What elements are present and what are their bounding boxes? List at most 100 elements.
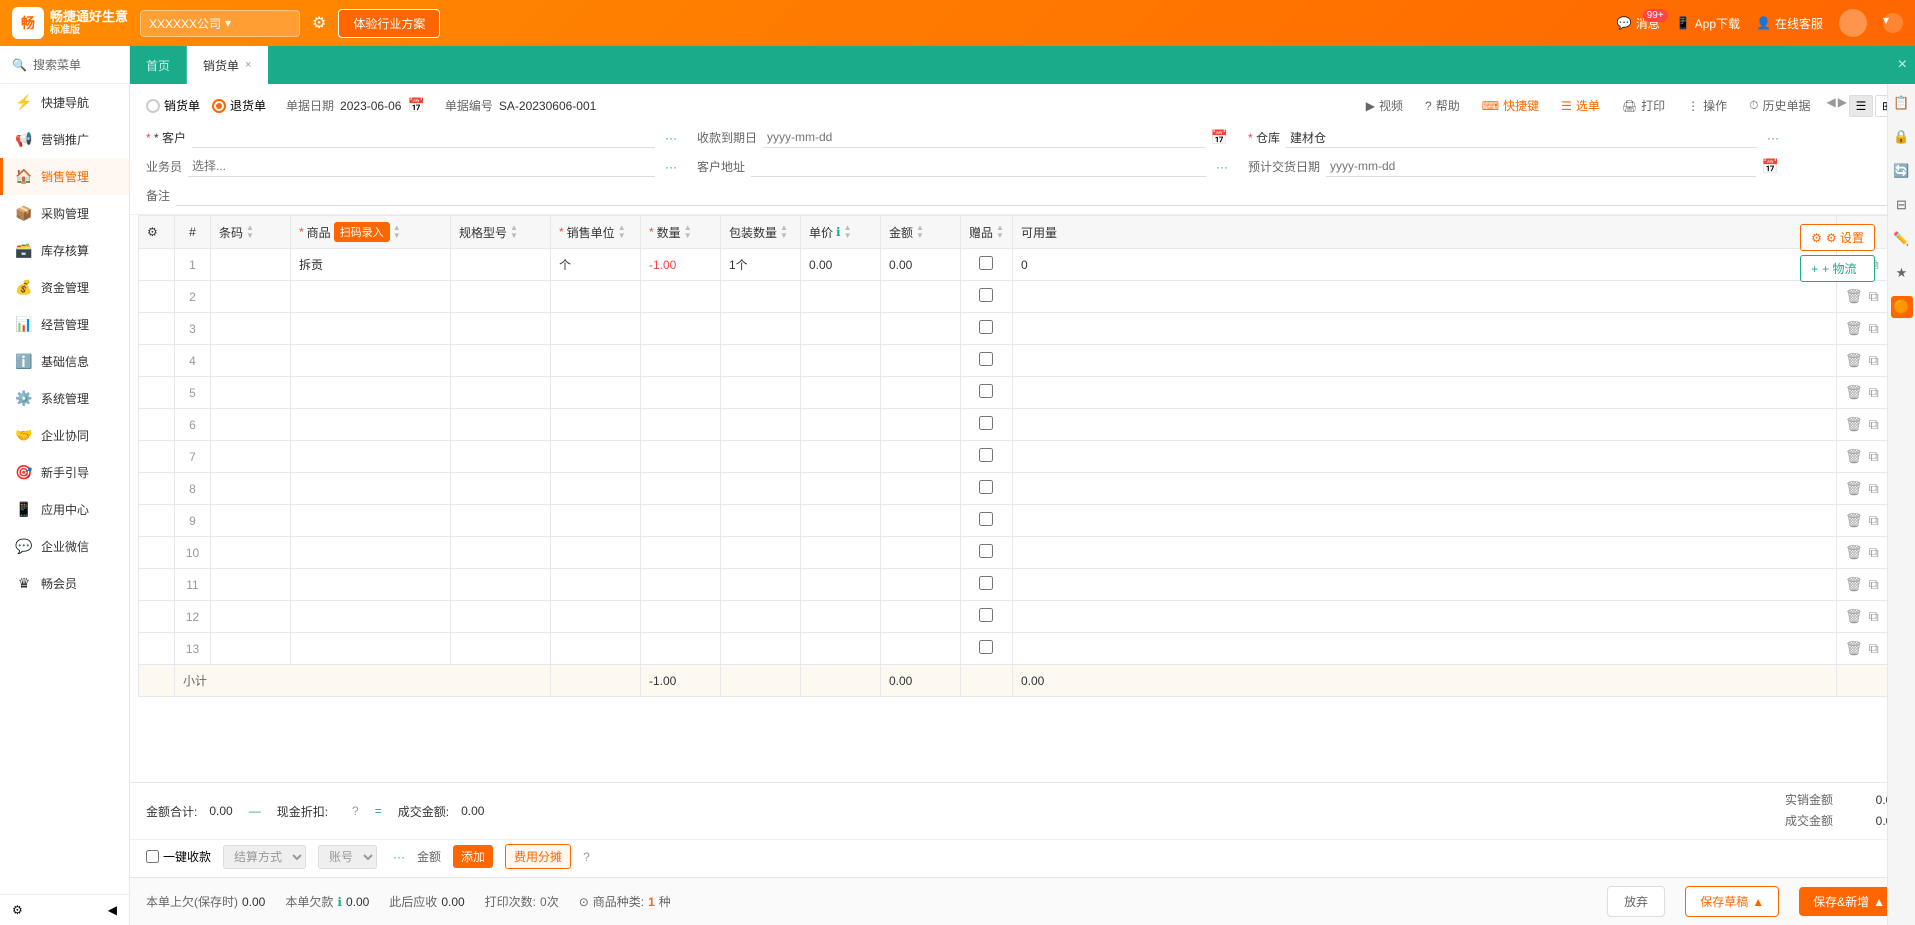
delete-icon-11[interactable]: 🗑	[1845, 608, 1863, 625]
sidebar-item-basic[interactable]: ℹ️ 基础信息	[0, 343, 129, 380]
delete-icon-3[interactable]: 🗑	[1845, 352, 1863, 369]
salesperson-input[interactable]	[188, 156, 655, 177]
salesperson-dots-icon[interactable]: ···	[665, 160, 677, 174]
payment-due-input[interactable]	[763, 127, 1205, 148]
barcode-input-0[interactable]	[219, 258, 282, 272]
warehouse-input[interactable]	[1286, 127, 1757, 148]
delete-icon-5[interactable]: 🗑	[1845, 416, 1863, 433]
sidebar-item-system[interactable]: ⚙️ 系统管理	[0, 380, 129, 417]
gift-checkbox-3[interactable]	[979, 352, 993, 366]
sidebar-item-business[interactable]: 📊 经营管理	[0, 306, 129, 343]
copy-icon-5[interactable]: ⧉	[1869, 416, 1879, 433]
row-amount-0[interactable]: 0.00	[881, 249, 961, 281]
row-gift-9[interactable]	[961, 537, 1013, 569]
expense-help-icon[interactable]: ?	[583, 850, 590, 864]
account-dots-icon[interactable]: ···	[393, 850, 405, 864]
trial-button[interactable]: 体验行业方案	[338, 9, 440, 38]
logistics-btn[interactable]: + + 物流	[1800, 255, 1875, 282]
company-selector[interactable]: XXXXXX公司 ▾	[140, 10, 300, 37]
save-draft-btn[interactable]: 保存草稿 ▲	[1685, 886, 1779, 917]
row-qty-0[interactable]: -1.00	[641, 249, 721, 281]
row-gift-11[interactable]	[961, 601, 1013, 633]
addr-dots-icon[interactable]: ···	[1216, 160, 1228, 174]
row-gift-6[interactable]	[961, 441, 1013, 473]
delete-icon-8[interactable]: 🗑	[1845, 512, 1863, 529]
product-input-2[interactable]	[299, 322, 442, 336]
panel-icon-4[interactable]: ⊟	[1891, 194, 1913, 216]
copy-icon-2[interactable]: ⧉	[1869, 320, 1879, 337]
row-gift-12[interactable]	[961, 633, 1013, 665]
gift-checkbox-6[interactable]	[979, 448, 993, 462]
save-new-btn[interactable]: 保存&新增 ▲	[1799, 887, 1899, 916]
sidebar-settings-icon[interactable]: ⚙	[12, 903, 23, 917]
expense-split-btn[interactable]: 费用分摊	[505, 844, 571, 869]
product-input-1[interactable]	[299, 290, 442, 304]
settings-btn[interactable]: ⚙ ⚙ 设置	[1800, 224, 1875, 251]
chevron-left-icon[interactable]: ◀	[1827, 95, 1836, 117]
row-gift-10[interactable]	[961, 569, 1013, 601]
sidebar-item-sales[interactable]: 🏠 销售管理	[0, 158, 129, 195]
discard-btn[interactable]: 放弃	[1607, 886, 1665, 917]
gift-checkbox-11[interactable]	[979, 608, 993, 622]
message-btn[interactable]: 💬 消息 99+	[1617, 15, 1660, 32]
user-menu-icon[interactable]: ▾	[1883, 13, 1903, 33]
delete-icon-1[interactable]: 🗑	[1845, 288, 1863, 305]
row-gift-0[interactable]	[961, 249, 1013, 281]
payment-method-select[interactable]: 结算方式	[223, 845, 306, 869]
gift-checkbox-10[interactable]	[979, 576, 993, 590]
tab-close-icon[interactable]: ×	[245, 59, 251, 71]
row-gift-1[interactable]	[961, 281, 1013, 313]
gift-checkbox-7[interactable]	[979, 480, 993, 494]
customer-dots-icon[interactable]: ···	[665, 131, 677, 145]
layout-list-btn[interactable]: ☰	[1849, 95, 1873, 117]
row-gift-5[interactable]	[961, 409, 1013, 441]
toolbar-action[interactable]: ⋮ 操作	[1681, 94, 1733, 117]
gift-checkbox-5[interactable]	[979, 416, 993, 430]
delete-icon-7[interactable]: 🗑	[1845, 480, 1863, 497]
delivery-calendar-icon[interactable]: 📅	[1762, 158, 1779, 175]
product-input-9[interactable]	[299, 546, 442, 560]
sidebar-item-marketing[interactable]: 📢 营销推广	[0, 121, 129, 158]
gift-checkbox-12[interactable]	[979, 640, 993, 654]
user-avatar[interactable]	[1839, 9, 1867, 37]
one-pay-check[interactable]	[146, 850, 159, 863]
sidebar-item-quick-nav[interactable]: ⚡ 快捷导航	[0, 84, 129, 121]
product-input-5[interactable]	[299, 418, 442, 432]
toolbar-video[interactable]: ▶ 视频	[1360, 94, 1409, 117]
tab-sales-order[interactable]: 销货单 ×	[187, 46, 268, 84]
payment-calendar-icon[interactable]: 📅	[1211, 129, 1228, 146]
toolbar-print[interactable]: 🖨 打印	[1616, 94, 1671, 117]
add-payment-btn[interactable]: 添加	[453, 845, 493, 868]
panel-icon-3[interactable]: 🔄	[1891, 160, 1913, 182]
customer-addr-input[interactable]	[751, 156, 1206, 177]
toolbar-help[interactable]: ? 帮助	[1419, 94, 1466, 117]
radio-sales[interactable]: 销货单	[146, 97, 200, 114]
row-pkgqty-0[interactable]: 1个	[721, 249, 801, 281]
sidebar-item-purchase[interactable]: 📦 采购管理	[0, 195, 129, 232]
customer-input[interactable]	[192, 127, 655, 148]
row-price-0[interactable]: 0.00	[801, 249, 881, 281]
product-input-10[interactable]	[299, 578, 442, 592]
tab-home[interactable]: 首页	[130, 46, 187, 84]
copy-icon-7[interactable]: ⧉	[1869, 480, 1879, 497]
delete-icon-6[interactable]: 🗑	[1845, 448, 1863, 465]
copy-icon-1[interactable]: ⧉	[1869, 288, 1879, 305]
app-download-btn[interactable]: 📱 App下载	[1676, 15, 1740, 32]
sidebar-item-enterprise[interactable]: 🤝 企业协同	[0, 417, 129, 454]
sidebar-search[interactable]: 🔍 搜索菜单	[0, 46, 129, 84]
online-service-btn[interactable]: 👤 在线客服	[1756, 15, 1823, 32]
gift-checkbox-1[interactable]	[979, 288, 993, 302]
settings-icon[interactable]: ⚙	[308, 9, 330, 37]
row-product-0[interactable]: 拆贡	[291, 249, 451, 281]
date-calendar-icon[interactable]: 📅	[407, 97, 424, 114]
row-gift-8[interactable]	[961, 505, 1013, 537]
sidebar-item-finance[interactable]: 💰 资金管理	[0, 269, 129, 306]
gift-checkbox-4[interactable]	[979, 384, 993, 398]
product-input-6[interactable]	[299, 450, 442, 464]
delete-icon-10[interactable]: 🗑	[1845, 576, 1863, 593]
one-pay-checkbox[interactable]: 一键收款	[146, 848, 211, 865]
copy-icon-11[interactable]: ⧉	[1869, 608, 1879, 625]
row-spec-0[interactable]	[451, 249, 551, 281]
copy-icon-10[interactable]: ⧉	[1869, 576, 1879, 593]
gift-checkbox-0[interactable]	[979, 256, 993, 270]
